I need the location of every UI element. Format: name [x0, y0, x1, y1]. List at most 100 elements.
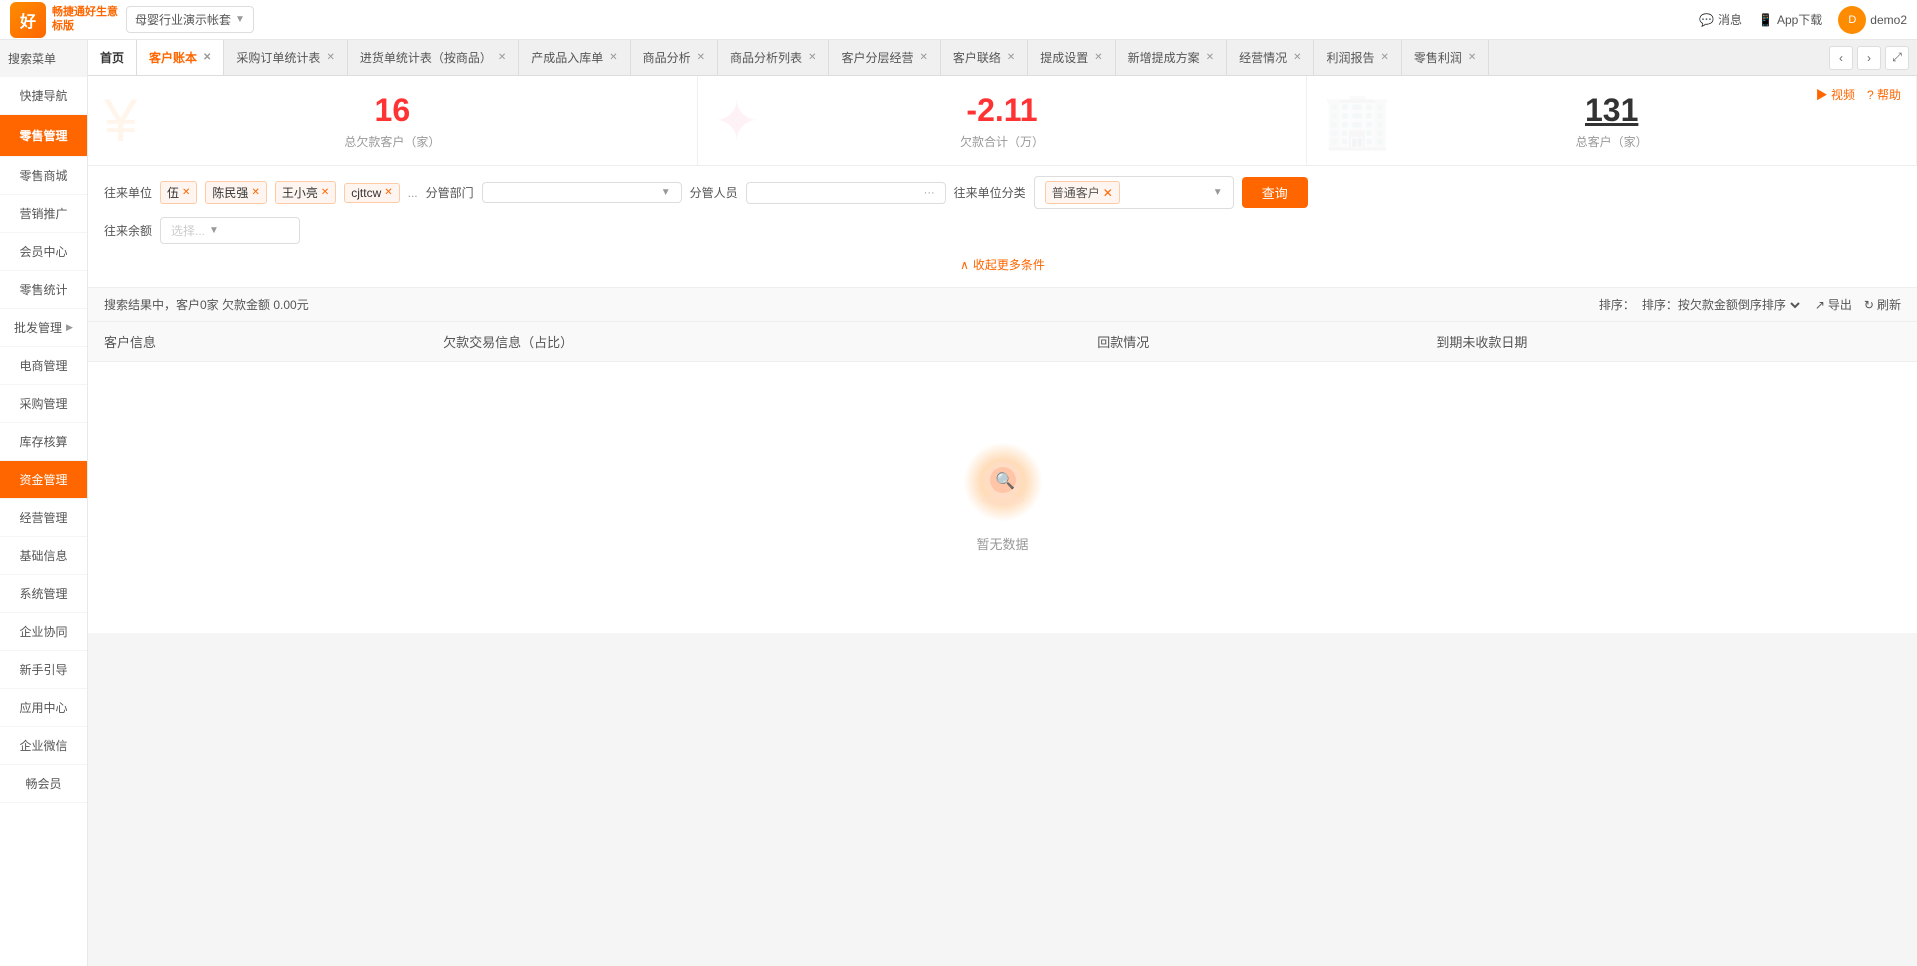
- tab-close-contact[interactable]: ✕: [1007, 52, 1015, 63]
- balance-select[interactable]: 选择... ▼: [160, 217, 300, 244]
- tab-inbound-stats[interactable]: 进货单统计表（按商品） ✕: [348, 40, 519, 76]
- stat-label-customers: 总欠款客户（家）: [344, 133, 440, 150]
- tab-close-product-analysis[interactable]: ✕: [697, 52, 705, 63]
- tab-home[interactable]: 首页: [88, 40, 137, 76]
- tab-close-product-list[interactable]: ✕: [808, 52, 816, 63]
- top-bar-right: 💬 消息 📱 App下载 D demo2: [1699, 6, 1907, 34]
- message-btn[interactable]: 💬 消息: [1699, 11, 1742, 28]
- page-content: ¥ 16 总欠款客户（家） ✦ -2.11 欠款合计（万） 🏢 131 总客户（…: [88, 76, 1917, 966]
- company-type-select[interactable]: 普通客户 ✕ ▼: [1034, 176, 1234, 209]
- remove-tag-chen[interactable]: ✕: [251, 187, 259, 198]
- avatar-icon: D: [1838, 6, 1866, 34]
- dept-filter-label: 分管部门: [426, 184, 474, 201]
- tab-close-retail[interactable]: ✕: [1468, 52, 1476, 63]
- video-link[interactable]: ▶ 视频: [1816, 86, 1855, 103]
- user-avatar[interactable]: D demo2: [1838, 6, 1907, 34]
- sidebar-item-marketing[interactable]: 营销推广: [0, 195, 87, 233]
- col-debt-info: 欠款交易信息（占比）: [427, 322, 1081, 362]
- sidebar-item-basic-info[interactable]: 基础信息: [0, 537, 87, 575]
- sidebar-item-app-center[interactable]: 应用中心: [0, 689, 87, 727]
- svg-text:🔍: 🔍: [995, 470, 1015, 490]
- sidebar-item-member-center[interactable]: 会员中心: [0, 233, 87, 271]
- sidebar-item-system[interactable]: 系统管理: [0, 575, 87, 613]
- sidebar-item-enterprise-wechat[interactable]: 企业微信: [0, 727, 87, 765]
- sort-select[interactable]: 排序：按欠款金额倒序排序: [1638, 297, 1803, 313]
- tab-close-purchase[interactable]: ✕: [326, 52, 334, 63]
- page-actions: ▶ 视频 ? 帮助: [1816, 86, 1901, 103]
- tab-customer-segment[interactable]: 客户分层经营 ✕: [829, 40, 940, 76]
- sidebar-item-vip[interactable]: 畅会员: [0, 765, 87, 803]
- filter-tag-cjttcw: cjttcw ✕: [344, 183, 399, 203]
- filter-more-btn[interactable]: ...: [408, 186, 418, 200]
- tab-retail-profit[interactable]: 零售利润 ✕: [1402, 40, 1489, 76]
- query-button[interactable]: 查询: [1242, 177, 1308, 208]
- tab-close-profit[interactable]: ✕: [1381, 52, 1389, 63]
- tab-close-inbound[interactable]: ✕: [498, 52, 506, 63]
- filter-tag-chen: 陈民强 ✕: [205, 181, 266, 204]
- sidebar-item-enterprise-collab[interactable]: 企业协同: [0, 613, 87, 651]
- tab-product-analysis[interactable]: 商品分析 ✕: [631, 40, 718, 76]
- collapse-filter-btn[interactable]: ∧ 收起更多条件: [104, 252, 1901, 277]
- tab-product-inbound[interactable]: 产成品入库单 ✕: [519, 40, 630, 76]
- tab-expand[interactable]: ⤢: [1885, 46, 1909, 70]
- tab-close-business[interactable]: ✕: [1293, 52, 1301, 63]
- stat-bg-icon-2: ✦: [714, 89, 760, 153]
- stat-item-debt: ✦ -2.11 欠款合计（万）: [698, 76, 1308, 165]
- sidebar-item-purchase[interactable]: 采购管理: [0, 385, 87, 423]
- content-area: 首页 客户账本 ✕ 采购订单统计表 ✕ 进货单统计表（按商品） ✕ 产成品入库单…: [88, 40, 1917, 966]
- sidebar-item-retail-stats[interactable]: 零售统计: [0, 271, 87, 309]
- remove-tag-wu[interactable]: ✕: [182, 187, 190, 198]
- sidebar-item-quick-nav[interactable]: 快捷导航: [0, 77, 87, 115]
- tab-close-product-inbound[interactable]: ✕: [609, 52, 617, 63]
- sidebar-item-new-guide[interactable]: 新手引导: [0, 651, 87, 689]
- main-layout: 搜索菜单 快捷导航 零售管理 零售商城 营销推广 会员中心 零售统计 批发管理 …: [0, 40, 1917, 966]
- sidebar-item-inventory[interactable]: 库存核算: [0, 423, 87, 461]
- top-bar-left: 好 畅捷通好生意 标版 母婴行业演示帐套 ▼: [10, 2, 254, 38]
- sidebar-item-wholesale[interactable]: 批发管理 ▶: [0, 309, 87, 347]
- tab-scroll-right[interactable]: ›: [1857, 46, 1881, 70]
- sidebar-item-ecommerce[interactable]: 电商管理: [0, 347, 87, 385]
- filter-area: 往来单位 伍 ✕ 陈民强 ✕ 王小亮 ✕ cjttcw: [88, 166, 1917, 288]
- play-icon: ▶: [1816, 88, 1831, 102]
- download-icon: 📱: [1758, 13, 1773, 27]
- chevron-right-icon: ▶: [66, 322, 73, 333]
- tab-customer-contact[interactable]: 客户联络 ✕: [941, 40, 1028, 76]
- export-btn[interactable]: ↗ 导出: [1815, 296, 1852, 313]
- help-link[interactable]: ? 帮助: [1867, 86, 1901, 103]
- chevron-up-icon: ∧: [960, 258, 969, 272]
- sidebar-item-retail[interactable]: 零售管理: [0, 115, 87, 157]
- table-header: 客户信息 欠款交易信息（占比） 回款情况 到期未收款日期: [88, 322, 1917, 362]
- remove-tag-cjttcw[interactable]: ✕: [384, 187, 392, 198]
- tab-scroll-left[interactable]: ‹: [1829, 46, 1853, 70]
- tab-close-new-promo[interactable]: ✕: [1206, 52, 1214, 63]
- filter-row-1: 往来单位 伍 ✕ 陈民强 ✕ 王小亮 ✕ cjttcw: [104, 176, 1901, 209]
- table-header-row: 客户信息 欠款交易信息（占比） 回款情况 到期未收款日期: [88, 322, 1917, 362]
- tab-close-promo[interactable]: ✕: [1094, 52, 1102, 63]
- app-download-btn[interactable]: 📱 App下载: [1758, 11, 1822, 28]
- sidebar-item-finance[interactable]: 资金管理: [0, 461, 87, 499]
- tab-profit-report[interactable]: 利润报告 ✕: [1314, 40, 1401, 76]
- sidebar-item-operations[interactable]: 经营管理: [0, 499, 87, 537]
- filter-row-2: 往来余额 选择... ▼: [104, 217, 1901, 244]
- tab-business-status[interactable]: 经营情况 ✕: [1227, 40, 1314, 76]
- stat-bg-icon-3: 🏢: [1323, 88, 1391, 153]
- store-selector[interactable]: 母婴行业演示帐套 ▼: [126, 6, 254, 33]
- sidebar-search[interactable]: 搜索菜单: [0, 40, 87, 77]
- tab-product-analysis-list[interactable]: 商品分析列表 ✕: [718, 40, 829, 76]
- tab-purchase-orders[interactable]: 采购订单统计表 ✕: [224, 40, 347, 76]
- tab-close-customers[interactable]: ✕: [203, 52, 211, 63]
- dept-select[interactable]: ▼: [482, 182, 682, 203]
- refresh-btn[interactable]: ↻ 刷新: [1864, 296, 1901, 313]
- help-icon: ?: [1867, 88, 1877, 102]
- col-customer-info: 客户信息: [88, 322, 427, 362]
- tab-new-promo[interactable]: 新增提成方案 ✕: [1116, 40, 1227, 76]
- sidebar-item-retail-mall[interactable]: 零售商城: [0, 157, 87, 195]
- remove-ordinary-tag[interactable]: ✕: [1103, 186, 1113, 200]
- person-select[interactable]: ···: [746, 182, 946, 204]
- chevron-down-icon: ▼: [235, 14, 245, 25]
- tab-customers[interactable]: 客户账本 ✕: [137, 40, 224, 76]
- tab-close-segment[interactable]: ✕: [919, 52, 927, 63]
- remove-tag-wang[interactable]: ✕: [321, 187, 329, 198]
- tab-promo-settings[interactable]: 提成设置 ✕: [1028, 40, 1115, 76]
- stat-value-total: 131: [1585, 92, 1638, 129]
